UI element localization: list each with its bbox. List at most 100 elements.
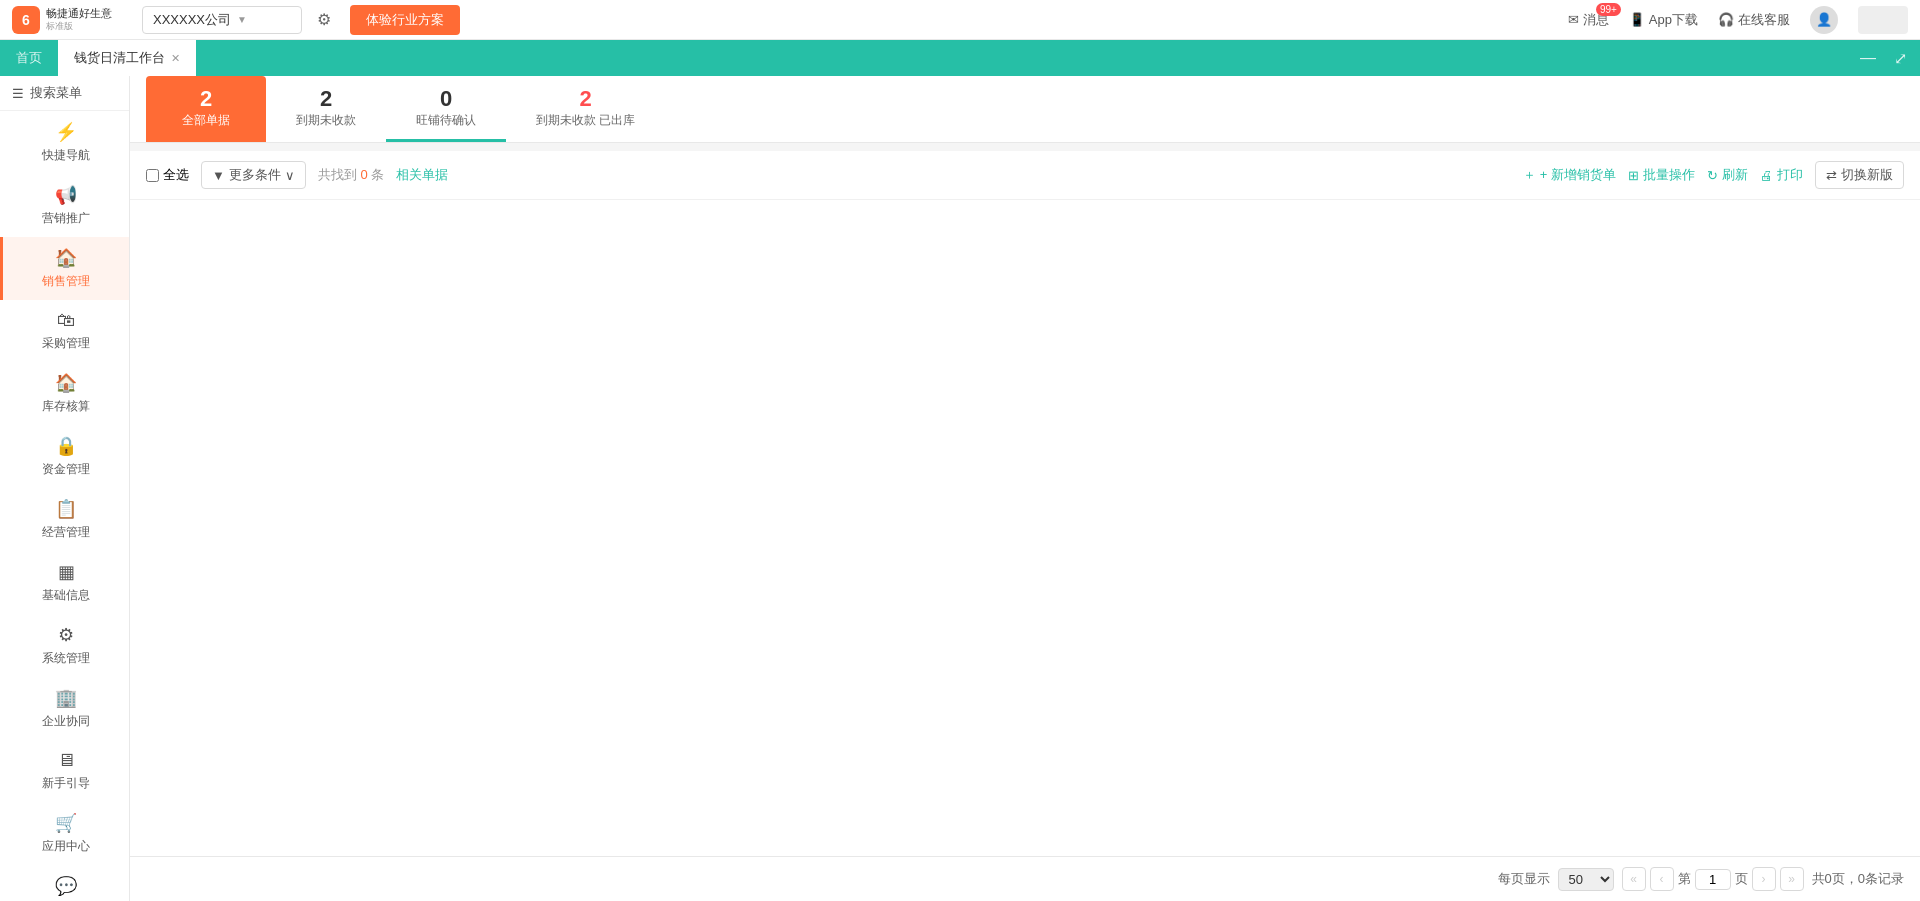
refresh-icon: ↻ xyxy=(1707,168,1718,183)
tab-maximize-icon[interactable]: ⤢ xyxy=(1888,46,1912,70)
stat-tab-shipped[interactable]: 2 到期未收款 已出库 xyxy=(506,76,665,142)
batch-action-button[interactable]: ⊞ 批量操作 xyxy=(1628,166,1695,184)
prev-page-button[interactable]: ‹ xyxy=(1650,867,1674,891)
add-sales-label: + 新增销货单 xyxy=(1540,166,1616,184)
stats-tabs: 2 全部单据 2 到期未收款 0 旺铺待确认 2 到期未收款 已出库 xyxy=(130,76,1920,143)
more-filters-button[interactable]: ▼ 更多条件 ∨ xyxy=(201,161,306,189)
refresh-button[interactable]: ↻ 刷新 xyxy=(1707,166,1748,184)
toolbar-right: ＋ + 新增销货单 ⊞ 批量操作 ↻ 刷新 🖨 打印 ⇄ 切换新版 xyxy=(1523,161,1904,189)
sidebar-item-beginner[interactable]: 🖥 新手引导 xyxy=(0,740,129,802)
online-service-label: 在线客服 xyxy=(1738,11,1790,29)
app-download-item[interactable]: 📱 App下载 xyxy=(1629,11,1698,29)
logo-text: 畅捷通好生意 xyxy=(46,6,112,20)
select-all-checkbox[interactable]: 全选 xyxy=(146,166,189,184)
sidebar-item-system[interactable]: ⚙ 系统管理 xyxy=(0,614,129,677)
sidebar-item-finance-label: 资金管理 xyxy=(42,461,90,478)
logo-icon: 6 xyxy=(12,6,40,34)
purchase-icon: 🛍 xyxy=(57,310,75,331)
stat-shipped-count: 2 xyxy=(580,86,592,112)
sidebar-item-finance[interactable]: 🔒 资金管理 xyxy=(0,425,129,488)
company-dropdown-arrow: ▼ xyxy=(237,14,247,25)
experience-button[interactable]: 体验行业方案 xyxy=(350,5,460,35)
sidebar-item-quick-nav[interactable]: ⚡ 快捷导航 xyxy=(0,111,129,174)
system-icon: ⚙ xyxy=(58,624,74,646)
sidebar-item-operations[interactable]: 📋 经营管理 xyxy=(0,488,129,551)
stat-wangpu-count: 0 xyxy=(440,86,452,112)
stat-all-count: 2 xyxy=(200,86,212,112)
sidebar-item-sales[interactable]: 🏠 销售管理 xyxy=(0,237,129,300)
sidebar-item-enterprise[interactable]: 🏢 企业协同 xyxy=(0,677,129,740)
switch-version-button[interactable]: ⇄ 切换新版 xyxy=(1815,161,1904,189)
page-label: 第 xyxy=(1678,870,1691,888)
filter-icon: ▼ xyxy=(212,168,225,183)
sidebar-item-wechat[interactable]: 💬 企业微信 xyxy=(0,865,129,901)
toolbar-left: 全选 ▼ 更多条件 ∨ 共找到 0 条 相关单据 xyxy=(146,161,448,189)
sidebar-item-basic-info-label: 基础信息 xyxy=(42,587,90,604)
avatar[interactable]: 👤 xyxy=(1810,6,1838,34)
top-header: 6 畅捷通好生意 标准版 XXXXXX公司 ▼ ⚙ 体验行业方案 ✉ 消息 99… xyxy=(0,0,1920,40)
online-service-item[interactable]: 🎧 在线客服 xyxy=(1718,11,1790,29)
stat-shipped-label: 到期未收款 已出库 xyxy=(536,112,635,129)
stat-overdue-count: 2 xyxy=(320,86,332,112)
related-records-link[interactable]: 相关单据 xyxy=(396,166,448,184)
print-button[interactable]: 🖨 打印 xyxy=(1760,166,1803,184)
stat-tab-wangpu[interactable]: 0 旺铺待确认 xyxy=(386,76,506,142)
batch-icon: ⊞ xyxy=(1628,168,1639,183)
sidebar-item-sales-label: 销售管理 xyxy=(42,273,90,290)
tab-minimize-icon[interactable]: — xyxy=(1856,46,1880,70)
stat-wangpu-label: 旺铺待确认 xyxy=(416,112,476,129)
stat-all-label: 全部单据 xyxy=(182,112,230,129)
sidebar-item-system-label: 系统管理 xyxy=(42,650,90,667)
switch-icon: ⇄ xyxy=(1826,168,1837,183)
wechat-icon: 💬 xyxy=(55,875,77,897)
page-size-label: 每页显示 xyxy=(1498,870,1550,888)
sidebar: ☰ 搜索菜单 ⚡ 快捷导航 📢 营销推广 🏠 销售管理 🛍 采购管理 🏠 库存核… xyxy=(0,76,130,901)
finance-icon: 🔒 xyxy=(55,435,77,457)
sidebar-item-quick-nav-label: 快捷导航 xyxy=(42,147,90,164)
stat-tab-overdue[interactable]: 2 到期未收款 xyxy=(266,76,386,142)
page-nav: « ‹ 第 页 › » xyxy=(1622,867,1804,891)
search-menu[interactable]: ☰ 搜索菜单 xyxy=(0,76,129,111)
print-icon: 🖨 xyxy=(1760,168,1773,183)
logo-area: 6 畅捷通好生意 标准版 xyxy=(12,6,142,34)
user-name-area xyxy=(1858,6,1908,34)
add-icon: ＋ xyxy=(1523,166,1536,184)
first-page-button[interactable]: « xyxy=(1622,867,1646,891)
sidebar-item-enterprise-label: 企业协同 xyxy=(42,713,90,730)
page-number-input[interactable] xyxy=(1695,869,1731,890)
quick-nav-icon: ⚡ xyxy=(55,121,77,143)
filter-dropdown-icon: ∨ xyxy=(285,168,295,183)
more-filters-label: 更多条件 xyxy=(229,166,281,184)
marketing-icon: 📢 xyxy=(55,184,77,206)
app-download-label: App下载 xyxy=(1649,11,1698,29)
sidebar-item-marketing[interactable]: 📢 营销推广 xyxy=(0,174,129,237)
online-service-icon: 🎧 xyxy=(1718,12,1734,27)
total-records-text: 共0页，0条记录 xyxy=(1812,870,1904,888)
next-page-button[interactable]: › xyxy=(1752,867,1776,891)
tab-close-icon[interactable]: ✕ xyxy=(171,52,180,65)
tab-home[interactable]: 首页 xyxy=(0,40,58,76)
tab-workbench-label: 钱货日清工作台 xyxy=(74,49,165,67)
stat-tab-all[interactable]: 2 全部单据 xyxy=(146,76,266,142)
sidebar-item-app-center[interactable]: 🛒 应用中心 xyxy=(0,802,129,865)
found-text: 共找到 0 条 xyxy=(318,166,384,184)
page-suffix: 页 xyxy=(1735,870,1748,888)
toolbar: 全选 ▼ 更多条件 ∨ 共找到 0 条 相关单据 ＋ + 新增销货单 xyxy=(130,151,1920,200)
tab-bar: 首页 钱货日清工作台 ✕ — ⤢ xyxy=(0,40,1920,76)
company-name: XXXXXX公司 xyxy=(153,11,231,29)
switch-label: 切换新版 xyxy=(1841,166,1893,184)
select-all-input[interactable] xyxy=(146,169,159,182)
add-sales-order-button[interactable]: ＋ + 新增销货单 xyxy=(1523,166,1616,184)
tab-workbench[interactable]: 钱货日清工作台 ✕ xyxy=(58,40,196,76)
company-selector[interactable]: XXXXXX公司 ▼ xyxy=(142,6,302,34)
batch-label: 批量操作 xyxy=(1643,166,1695,184)
sidebar-item-inventory[interactable]: 🏠 库存核算 xyxy=(0,362,129,425)
sidebar-item-basic-info[interactable]: ▦ 基础信息 xyxy=(0,551,129,614)
message-item[interactable]: ✉ 消息 99+ xyxy=(1568,11,1609,29)
sidebar-item-operations-label: 经营管理 xyxy=(42,524,90,541)
settings-icon[interactable]: ⚙ xyxy=(310,6,338,34)
tab-home-label: 首页 xyxy=(16,49,42,67)
sidebar-item-purchase[interactable]: 🛍 采购管理 xyxy=(0,300,129,362)
last-page-button[interactable]: » xyxy=(1780,867,1804,891)
page-size-select[interactable]: 50 100 200 xyxy=(1558,868,1614,891)
